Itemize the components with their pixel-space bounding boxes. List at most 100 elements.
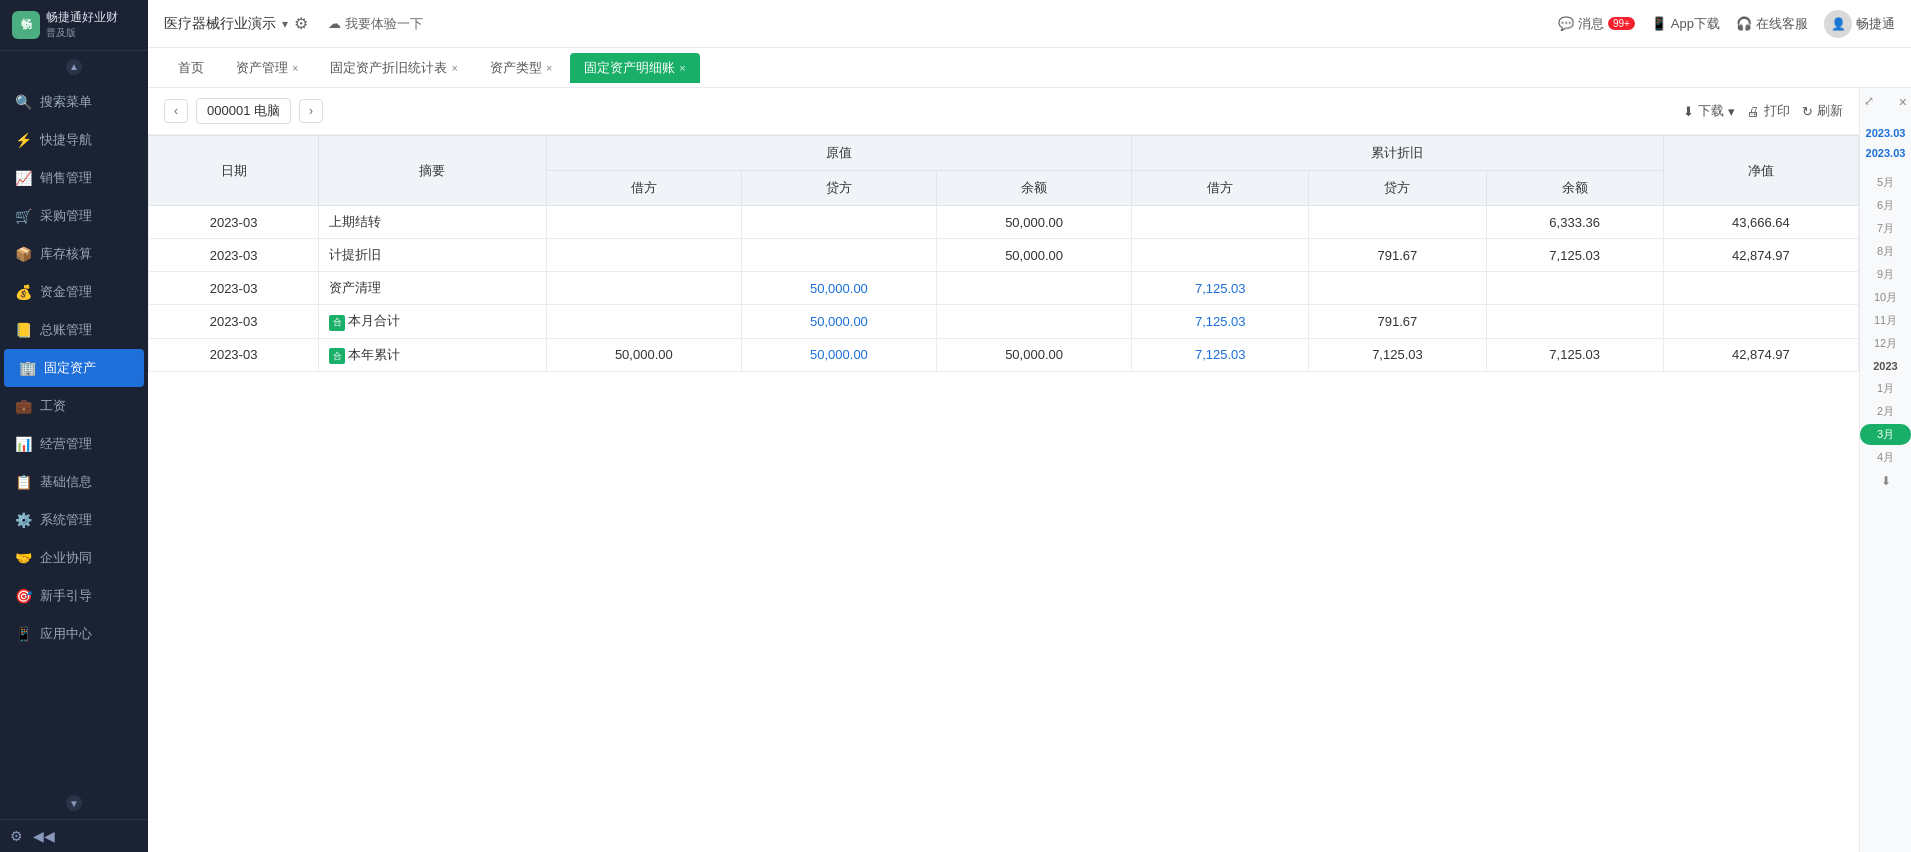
cell-accum-balance: 7,125.03 xyxy=(1486,338,1663,372)
prev-asset-btn[interactable]: ‹ xyxy=(164,99,188,123)
payroll-icon: 💼 xyxy=(14,398,32,414)
timeline-month-5[interactable]: 5月 xyxy=(1860,172,1911,193)
timeline-month-10[interactable]: 10月 xyxy=(1860,287,1911,308)
download-dropdown-icon[interactable]: ▾ xyxy=(1728,104,1735,119)
table-row: 2023-03 合本月合计 50,000.00 7,125.03 791.67 xyxy=(149,305,1859,339)
tab-label: 资产类型 xyxy=(490,59,542,77)
sidebar-item-label: 基础信息 xyxy=(40,473,92,491)
sidebar-item-sales[interactable]: 📈 销售管理 xyxy=(0,159,148,197)
cell-accum-credit xyxy=(1309,272,1486,305)
timeline-close-btn[interactable]: × xyxy=(1899,94,1907,110)
refresh-label: 刷新 xyxy=(1817,102,1843,120)
tab-asset-type[interactable]: 资产类型 × xyxy=(476,53,566,83)
timeline-month-9[interactable]: 9月 xyxy=(1860,264,1911,285)
col-accum-debit: 借方 xyxy=(1132,171,1309,206)
timeline-month-12[interactable]: 12月 xyxy=(1860,333,1911,354)
sales-icon: 📈 xyxy=(14,170,32,186)
message-badge: 99+ xyxy=(1608,17,1635,30)
download-icon: 📱 xyxy=(1651,16,1667,31)
sidebar-item-app-center[interactable]: 📱 应用中心 xyxy=(0,615,148,653)
tab-asset-detail[interactable]: 固定资产明细账 × xyxy=(570,53,699,83)
app-center-icon: 📱 xyxy=(14,626,32,642)
logo-area: 畅 畅捷通好业财 普及版 xyxy=(0,0,148,51)
gear-icon[interactable]: ⚙ xyxy=(294,14,308,33)
logo-edition: 普及版 xyxy=(46,26,118,40)
sidebar-scroll-up[interactable]: ▲ xyxy=(66,59,82,75)
col-accumulated-depreciation: 累计折旧 xyxy=(1132,136,1664,171)
cell-orig-credit: 50,000.00 xyxy=(741,272,936,305)
tab-depreciation-stats[interactable]: 固定资产折旧统计表 × xyxy=(316,53,471,83)
content-area: ‹ 000001 电脑 › ⬇ 下载 ▾ 🖨 打印 ↻ xyxy=(148,88,1911,852)
sidebar-item-payroll[interactable]: 💼 工资 xyxy=(0,387,148,425)
timeline-month-3-active[interactable]: 3月 xyxy=(1860,424,1911,445)
search-icon: 🔍 xyxy=(14,94,32,110)
inventory-icon: 📦 xyxy=(14,246,32,262)
sidebar-item-quick-nav[interactable]: ⚡ 快捷导航 xyxy=(0,121,148,159)
refresh-btn[interactable]: ↻ 刷新 xyxy=(1802,102,1843,120)
tab-label: 资产管理 xyxy=(236,59,288,77)
sidebar-item-system[interactable]: ⚙️ 系统管理 xyxy=(0,501,148,539)
sidebar-item-label: 资金管理 xyxy=(40,283,92,301)
timeline-month-4[interactable]: 4月 xyxy=(1860,447,1911,468)
tab-close-icon[interactable]: × xyxy=(679,62,685,74)
print-btn[interactable]: 🖨 打印 xyxy=(1747,102,1790,120)
app-download-btn[interactable]: 📱 App下载 xyxy=(1651,15,1720,33)
tab-asset-management[interactable]: 资产管理 × xyxy=(222,53,312,83)
sidebar-item-label: 新手引导 xyxy=(40,587,92,605)
sidebar-item-finance[interactable]: 💰 资金管理 xyxy=(0,273,148,311)
message-label: 消息 xyxy=(1578,15,1604,33)
next-asset-btn[interactable]: › xyxy=(299,99,323,123)
topbar-right: 💬 消息 99+ 📱 App下载 🎧 在线客服 👤 畅捷通 xyxy=(1558,10,1895,38)
cell-orig-credit: 50,000.00 xyxy=(741,338,936,372)
timeline-month-7[interactable]: 7月 xyxy=(1860,218,1911,239)
table-wrapper: 日期 摘要 原值 累计折旧 净值 借方 贷方 余额 借方 贷方 余额 xyxy=(148,135,1859,852)
table-row: 2023-03 上期结转 50,000.00 6,333.36 43,666.6… xyxy=(149,206,1859,239)
sidebar-item-guide[interactable]: 🎯 新手引导 xyxy=(0,577,148,615)
main-area: 医疗器械行业演示 ▾ ⚙ ☁ 我要体验一下 💬 消息 99+ 📱 App下载 🎧… xyxy=(148,0,1911,852)
asset-navigation: ‹ 000001 电脑 › xyxy=(164,98,323,124)
download-btn[interactable]: ⬇ 下载 ▾ xyxy=(1683,102,1735,120)
timeline-month-11[interactable]: 11月 xyxy=(1860,310,1911,331)
dropdown-icon[interactable]: ▾ xyxy=(282,17,288,31)
tab-close-icon[interactable]: × xyxy=(292,62,298,74)
ledger-icon: 📒 xyxy=(14,322,32,338)
sidebar-scroll-down[interactable]: ▼ xyxy=(66,795,82,811)
timeline-down-arrow[interactable]: ⬇ xyxy=(1877,470,1895,492)
tab-close-icon[interactable]: × xyxy=(451,62,457,74)
tab-home[interactable]: 首页 xyxy=(164,53,218,83)
sidebar-item-search[interactable]: 🔍 搜索菜单 xyxy=(0,83,148,121)
sidebar-item-fixed-assets[interactable]: 🏢 固定资产 xyxy=(4,349,144,387)
sidebar-item-collab[interactable]: 🤝 企业协同 xyxy=(0,539,148,577)
tab-close-icon[interactable]: × xyxy=(546,62,552,74)
timeline-month-2[interactable]: 2月 xyxy=(1860,401,1911,422)
sidebar-item-operations[interactable]: 📊 经营管理 xyxy=(0,425,148,463)
company-selector[interactable]: 医疗器械行业演示 ▾ ⚙ xyxy=(164,14,308,33)
timeline-top-date1[interactable]: 2023.03 xyxy=(1860,124,1911,142)
message-btn[interactable]: 💬 消息 99+ xyxy=(1558,15,1635,33)
sidebar-item-ledger[interactable]: 📒 总账管理 xyxy=(0,311,148,349)
col-date: 日期 xyxy=(149,136,319,206)
collapse-icon[interactable]: ◀◀ xyxy=(33,828,55,844)
timeline-month-8[interactable]: 8月 xyxy=(1860,241,1911,262)
sidebar-item-label: 库存核算 xyxy=(40,245,92,263)
timeline-month-6[interactable]: 6月 xyxy=(1860,195,1911,216)
sidebar-item-inventory[interactable]: 📦 库存核算 xyxy=(0,235,148,273)
settings-icon[interactable]: ⚙ xyxy=(10,828,23,844)
cell-summary: 资产清理 xyxy=(319,272,547,305)
timeline-month-1[interactable]: 1月 xyxy=(1860,378,1911,399)
cell-summary: 合本年累计 xyxy=(319,338,547,372)
cell-net-value xyxy=(1663,272,1858,305)
sidebar-item-label: 系统管理 xyxy=(40,511,92,529)
asset-detail-table: 日期 摘要 原值 累计折旧 净值 借方 贷方 余额 借方 贷方 余额 xyxy=(148,135,1859,372)
col-orig-debit: 借方 xyxy=(546,171,741,206)
sidebar-item-purchase[interactable]: 🛒 采购管理 xyxy=(0,197,148,235)
sidebar-item-basics[interactable]: 📋 基础信息 xyxy=(0,463,148,501)
timeline-expand-btn[interactable]: ⤢ xyxy=(1864,94,1874,108)
cell-net-value: 42,874.97 xyxy=(1663,239,1858,272)
user-area[interactable]: 👤 畅捷通 xyxy=(1824,10,1895,38)
timeline-top-date2[interactable]: 2023.03 xyxy=(1860,144,1911,162)
download-icon: ⬇ xyxy=(1683,104,1694,119)
online-service-btn[interactable]: 🎧 在线客服 xyxy=(1736,15,1808,33)
col-net-value: 净值 xyxy=(1663,136,1858,206)
experience-btn[interactable]: ☁ 我要体验一下 xyxy=(328,15,423,33)
